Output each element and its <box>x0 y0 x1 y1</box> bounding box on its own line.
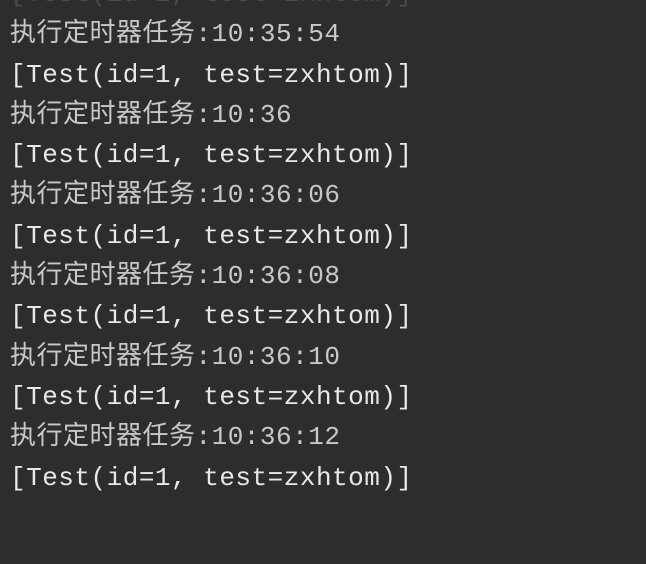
log-line: [Test(id=1, test=zxhtom)] <box>10 216 636 256</box>
log-line: [Test(id=1, test=zxhtom)] <box>10 0 636 14</box>
log-line: 执行定时器任务:10:36:06 <box>10 175 636 215</box>
log-line: [Test(id=1, test=zxhtom)] <box>10 458 636 498</box>
log-line: [Test(id=1, test=zxhtom)] <box>10 377 636 417</box>
console-log-container: [Test(id=1, test=zxhtom)] 执行定时器任务:10:35:… <box>10 4 636 498</box>
log-line: [Test(id=1, test=zxhtom)] <box>10 135 636 175</box>
log-line: 执行定时器任务:10:35:54 <box>10 14 636 54</box>
log-line: 执行定时器任务:10:36 <box>10 95 636 135</box>
log-line: 执行定时器任务:10:36:12 <box>10 417 636 457</box>
log-line: 执行定时器任务:10:36:08 <box>10 256 636 296</box>
log-line: [Test(id=1, test=zxhtom)] <box>10 55 636 95</box>
log-line: 执行定时器任务:10:36:10 <box>10 337 636 377</box>
log-line: [Test(id=1, test=zxhtom)] <box>10 296 636 336</box>
